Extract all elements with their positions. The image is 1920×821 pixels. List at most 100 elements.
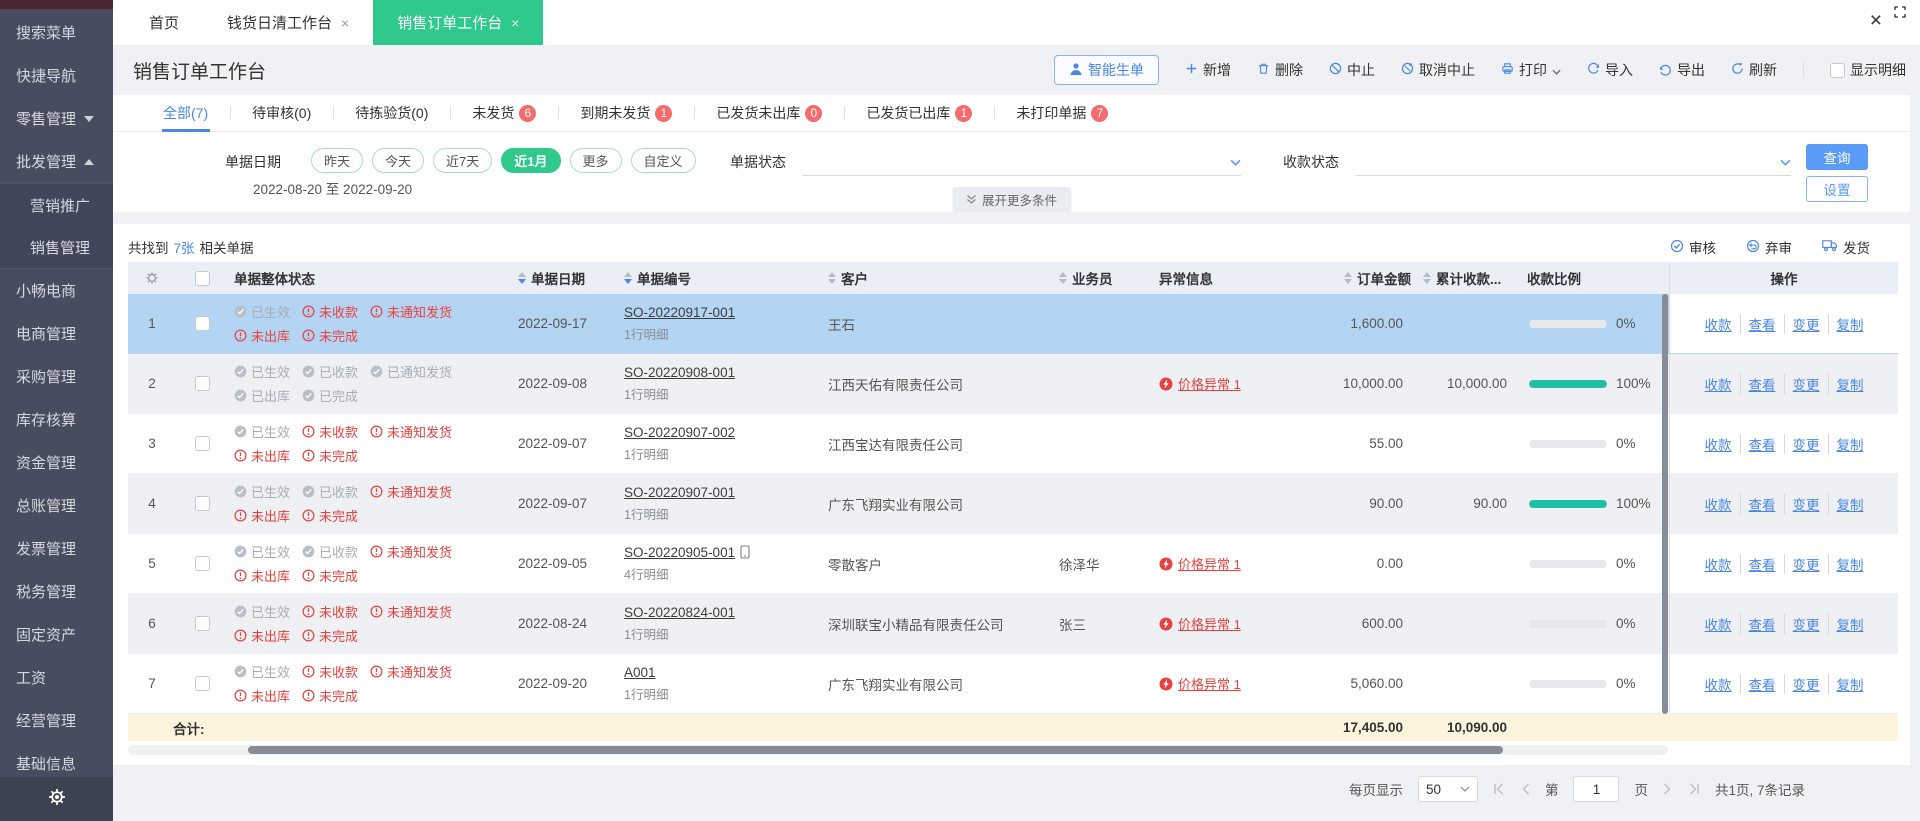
receive-payment-link[interactable]: 收款 (1697, 674, 1740, 694)
header-salesman[interactable]: 业务员 (1053, 268, 1153, 288)
date-pill[interactable]: 昨天 (311, 148, 364, 173)
first-page-icon[interactable] (1493, 783, 1506, 795)
sidebar-item[interactable]: 零售管理 (0, 97, 113, 140)
export-button[interactable]: 导出 (1659, 60, 1705, 80)
sidebar-item[interactable]: 销售管理 (0, 226, 113, 269)
abort-button[interactable]: 中止 (1329, 60, 1375, 80)
date-pill[interactable]: 更多 (569, 148, 622, 173)
header-customer[interactable]: 客户 (822, 268, 1053, 288)
view-link[interactable]: 查看 (1739, 613, 1784, 634)
copy-link[interactable]: 复制 (1827, 313, 1872, 334)
view-link[interactable]: 查看 (1739, 313, 1784, 334)
change-link[interactable]: 变更 (1783, 553, 1828, 574)
date-pill[interactable]: 今天 (372, 148, 425, 173)
close-icon[interactable]: × (1870, 10, 1882, 31)
doc-status-select[interactable] (803, 146, 1241, 176)
query-button[interactable]: 查询 (1806, 144, 1868, 170)
header-date[interactable]: 单据日期 (512, 268, 618, 288)
sort-icon[interactable] (1344, 272, 1352, 284)
row-checkbox[interactable] (194, 316, 210, 331)
row-checkbox[interactable] (194, 496, 210, 511)
price-exception-link[interactable]: 价格异常 1 (1178, 614, 1241, 633)
header-amount[interactable]: 订单金额 (1313, 268, 1417, 288)
sidebar-item[interactable]: 搜索菜单 (0, 11, 113, 54)
view-link[interactable]: 查看 (1739, 493, 1784, 514)
change-link[interactable]: 变更 (1783, 313, 1828, 334)
delete-button[interactable]: 删除 (1257, 60, 1303, 80)
change-link[interactable]: 变更 (1783, 613, 1828, 634)
copy-link[interactable]: 复制 (1827, 433, 1872, 454)
sidebar-item[interactable]: 基础信息 (0, 742, 113, 777)
price-exception-link[interactable]: 价格异常 1 (1178, 674, 1241, 693)
row-checkbox[interactable] (194, 616, 210, 631)
receive-payment-link[interactable]: 收款 (1697, 314, 1740, 334)
order-no-link[interactable]: SO-20220907-002 (624, 425, 735, 440)
change-link[interactable]: 变更 (1783, 373, 1828, 394)
view-link[interactable]: 查看 (1739, 373, 1784, 394)
receive-payment-link[interactable]: 收款 (1697, 374, 1740, 394)
filter-tab[interactable]: 未发货 6 (450, 95, 558, 131)
receive-payment-link[interactable]: 收款 (1697, 614, 1740, 634)
per-page-select[interactable]: 50 (1417, 776, 1478, 802)
close-tab-icon[interactable]: × (511, 15, 519, 31)
view-link[interactable]: 查看 (1739, 433, 1784, 454)
filter-tab[interactable]: 待拣验货(0) (333, 95, 450, 131)
sidebar-settings-button[interactable] (0, 777, 113, 821)
sort-icon[interactable] (1423, 272, 1431, 284)
date-pill[interactable]: 自定义 (630, 148, 696, 173)
change-link[interactable]: 变更 (1783, 433, 1828, 454)
tab-首页[interactable]: 首页 (125, 0, 203, 45)
row-checkbox[interactable] (194, 676, 210, 691)
sidebar-item[interactable]: 发票管理 (0, 527, 113, 570)
sort-icon[interactable] (828, 272, 836, 284)
table-row[interactable]: 7 已生效 未收款 未通知发货 未出库 未完成 2022-09-20 A001 1行明细 广东飞翔… (128, 654, 1898, 714)
copy-link[interactable]: 复制 (1827, 373, 1872, 394)
sidebar-item[interactable]: 经营管理 (0, 699, 113, 742)
cancel-abort-button[interactable]: 取消中止 (1401, 60, 1475, 80)
table-row[interactable]: 5 已生效 已收款 未通知发货 未出库 未完成 2022-09-05 SO-20220905-… (128, 534, 1898, 594)
show-detail-toggle[interactable]: 显示明细 (1830, 60, 1906, 80)
filter-tab[interactable]: 已发货未出库 0 (694, 95, 844, 131)
copy-link[interactable]: 复制 (1827, 553, 1872, 574)
sidebar-item[interactable]: 税务管理 (0, 570, 113, 613)
vertical-scrollbar[interactable] (1662, 294, 1668, 714)
order-no-link[interactable]: SO-20220908-001 (624, 365, 735, 380)
table-row[interactable]: 6 已生效 未收款 未通知发货 未出库 未完成 2022-08-24 SO-20220824-… (128, 594, 1898, 654)
price-exception-link[interactable]: 价格异常 1 (1178, 554, 1241, 573)
header-order-no[interactable]: 单据编号 (618, 268, 822, 288)
view-link[interactable]: 查看 (1739, 673, 1784, 694)
sort-icon[interactable] (518, 272, 526, 284)
sidebar-item[interactable]: 快捷导航 (0, 54, 113, 97)
order-no-link[interactable]: SO-20220905-001 (624, 545, 735, 560)
sidebar-item[interactable]: 营销推广 (0, 183, 113, 226)
date-range-value[interactable]: 2022-08-20 至 2022-09-20 (253, 178, 412, 198)
sort-icon[interactable] (624, 272, 632, 284)
expand-more-conditions[interactable]: 展开更多条件 (951, 187, 1072, 212)
price-exception-link[interactable]: 价格异常 1 (1178, 374, 1241, 393)
print-button[interactable]: 打印 (1501, 60, 1561, 80)
change-link[interactable]: 变更 (1783, 673, 1828, 694)
receive-payment-link[interactable]: 收款 (1697, 434, 1740, 454)
header-received[interactable]: 累计收款... (1417, 268, 1521, 288)
sidebar-item[interactable]: 批发管理 (0, 140, 113, 183)
refresh-button[interactable]: 刷新 (1731, 60, 1777, 80)
receive-payment-link[interactable]: 收款 (1697, 494, 1740, 514)
order-no-link[interactable]: SO-20220917-001 (624, 305, 735, 320)
sidebar-item[interactable]: 总账管理 (0, 484, 113, 527)
order-no-link[interactable]: A001 (624, 665, 656, 680)
sidebar-item[interactable]: 采购管理 (0, 355, 113, 398)
audit-button[interactable]: 审核 (1670, 237, 1716, 257)
expand-icon[interactable] (1894, 5, 1906, 23)
order-no-link[interactable]: SO-20220907-001 (624, 485, 735, 500)
change-link[interactable]: 变更 (1783, 493, 1828, 514)
last-page-icon[interactable] (1687, 783, 1700, 795)
copy-link[interactable]: 复制 (1827, 613, 1872, 634)
order-no-link[interactable]: SO-20220824-001 (624, 605, 735, 620)
add-button[interactable]: 新增 (1185, 60, 1231, 80)
sidebar-item[interactable]: 资金管理 (0, 441, 113, 484)
payment-status-select[interactable] (1356, 146, 1791, 176)
filter-tab[interactable]: 到期未发货 1 (558, 95, 694, 131)
filter-tab[interactable]: 待审核(0) (230, 95, 333, 131)
date-pill[interactable]: 近7天 (433, 148, 493, 173)
receive-payment-link[interactable]: 收款 (1697, 554, 1740, 574)
